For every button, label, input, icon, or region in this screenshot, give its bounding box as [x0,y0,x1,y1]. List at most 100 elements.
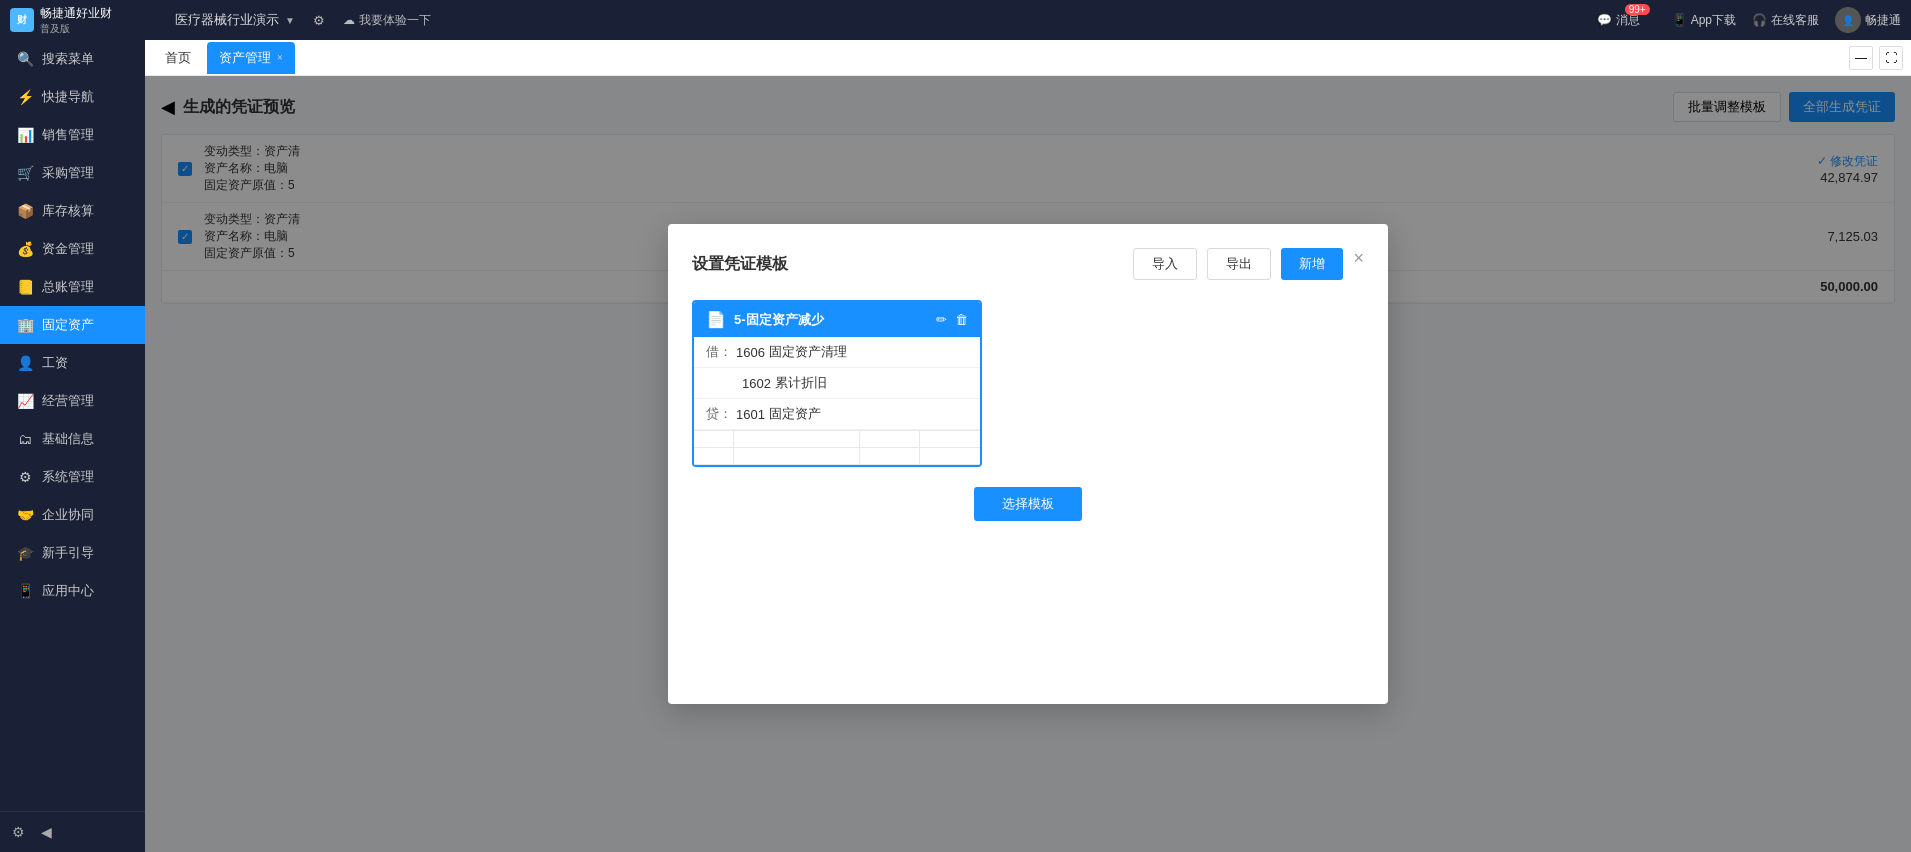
dropdown-icon: ▼ [285,15,295,26]
service-icon: 🎧 [1752,13,1767,27]
tab-bar: 首页 资产管理 × — ⛶ [145,40,1911,76]
experience-btn[interactable]: ☁ 我要体验一下 [343,12,431,29]
finance-icon: 💰 [16,241,34,257]
sidebar-item-search[interactable]: 🔍 搜索菜单 [0,40,145,78]
template-edit-btn[interactable]: ✏ [936,312,947,327]
user-name: 畅捷通 [1865,12,1901,29]
tab-close-icon[interactable]: × [277,52,283,63]
sidebar-item-finance[interactable]: 💰 资金管理 [0,230,145,268]
sidebar-item-quicknav[interactable]: ⚡ 快捷导航 [0,78,145,116]
debit-row-1: 借： 1606 固定资产清理 [694,337,980,368]
sidebar-item-sales[interactable]: 📊 销售管理 [0,116,145,154]
sidebar-item-system[interactable]: ⚙ 系统管理 [0,458,145,496]
logo-text: 畅捷通好业财 [40,5,112,22]
page-content: ◀ 生成的凭证预览 批量调整模板 全部生成凭证 ✓ 变动类型：资产清 资产名 [145,76,1911,852]
content-area: 首页 资产管理 × — ⛶ ◀ 生成的凭证预览 [145,40,1911,852]
modal-title: 设置凭证模板 [692,254,788,275]
sidebar-label-payroll: 工资 [42,354,68,372]
sidebar-collapse-btn[interactable]: ◀ [37,820,56,844]
logo-icon: 财 [10,8,34,32]
sidebar-item-appcenter[interactable]: 📱 应用中心 [0,572,145,610]
grid-cell-empty-2 [734,431,860,448]
cloud-icon: ☁ [343,13,355,27]
tab-asset[interactable]: 资产管理 × [207,42,295,74]
modal-header-actions: 导入 导出 新增 × [1133,248,1364,280]
top-bar-right: 💬 消息 99+ 📱 App下载 🎧 在线客服 👤 畅捷通 [1597,7,1901,33]
messages-badge: 99+ [1625,4,1650,15]
new-btn[interactable]: 新增 [1281,248,1343,280]
debit-name-2: 累计折旧 [775,374,827,392]
operations-icon: 📈 [16,393,34,409]
debit-code-1: 1606 [736,345,765,360]
template-card-header: 📄 5-固定资产减少 ✏ 🗑 [694,302,980,337]
system-icon: ⚙ [16,469,34,485]
doc-icon: 📄 [706,310,726,329]
grid-row-cell-1 [694,448,734,465]
fixed-icon: 🏢 [16,317,34,333]
enterprise-icon: 🤝 [16,507,34,523]
grid-cell-empty-3 [860,431,920,448]
import-btn[interactable]: 导入 [1133,248,1197,280]
modal-header: 设置凭证模板 导入 导出 新增 × [692,248,1364,280]
sidebar-item-guide[interactable]: 🎓 新手引导 [0,534,145,572]
sidebar-item-payroll[interactable]: 👤 工资 [0,344,145,382]
template-grid-row [694,448,980,465]
modal-set-template: 设置凭证模板 导入 导出 新增 × 📄 5-固定资 [668,224,1388,704]
template-card-actions: ✏ 🗑 [936,312,968,327]
logo-area: 财 畅捷通好业财 普及版 [10,5,155,36]
debit-name-1: 固定资产清理 [769,343,847,361]
phone-icon: 📱 [1672,13,1687,27]
payroll-icon: 👤 [16,355,34,371]
grid-row-cell-2 [734,448,860,465]
main-layout: 🔍 搜索菜单 ⚡ 快捷导航 📊 销售管理 🛒 采购管理 📦 库存核算 💰 [0,40,1911,852]
debit-row-2: 1602 累计折旧 [694,368,980,399]
grid-row-cell-4 [920,448,980,465]
tab-home[interactable]: 首页 [153,42,203,74]
sidebar-label-ledger: 总账管理 [42,278,94,296]
sidebar-label-purchase: 采购管理 [42,164,94,182]
grid-cell-empty-4 [920,431,980,448]
export-btn[interactable]: 导出 [1207,248,1271,280]
ledger-icon: 📒 [16,279,34,295]
logo-sub: 普及版 [40,22,112,36]
sidebar-item-operations[interactable]: 📈 经营管理 [0,382,145,420]
sidebar-item-basic[interactable]: 🗂 基础信息 [0,420,145,458]
sidebar-label-sales: 销售管理 [42,126,94,144]
credit-name-1: 固定资产 [769,405,821,423]
template-delete-btn[interactable]: 🗑 [955,312,968,327]
online-service-btn[interactable]: 🎧 在线客服 [1752,12,1819,29]
select-template-btn[interactable]: 选择模板 [974,487,1082,521]
user-area[interactable]: 👤 畅捷通 [1835,7,1901,33]
grid-row-cell-3 [860,448,920,465]
app-container: 财 畅捷通好业财 普及版 医疗器械行业演示 ▼ ⚙ ☁ 我要体验一下 💬 消息 … [0,0,1911,852]
sidebar-item-purchase[interactable]: 🛒 采购管理 [0,154,145,192]
guide-icon: 🎓 [16,545,34,561]
sidebar-label-basic: 基础信息 [42,430,94,448]
credit-code-1: 1601 [736,407,765,422]
inventory-icon: 📦 [16,203,34,219]
basic-icon: 🗂 [16,431,34,447]
online-service-label: 在线客服 [1771,12,1819,29]
messages-btn[interactable]: 💬 消息 99+ [1597,12,1640,29]
sidebar: 🔍 搜索菜单 ⚡ 快捷导航 📊 销售管理 🛒 采购管理 📦 库存核算 💰 [0,40,145,852]
tab-minimize-btn[interactable]: — [1849,46,1873,70]
tab-maximize-btn[interactable]: ⛶ [1879,46,1903,70]
sidebar-item-inventory[interactable]: 📦 库存核算 [0,192,145,230]
credit-row-1: 贷： 1601 固定资产 [694,399,980,430]
experience-text: 我要体验一下 [359,12,431,29]
company-selector[interactable]: 医疗器械行业演示 ▼ [175,11,295,29]
sidebar-item-fixed[interactable]: 🏢 固定资产 [0,306,145,344]
app-download-btn[interactable]: 📱 App下载 [1672,12,1736,29]
sidebar-item-enterprise[interactable]: 🤝 企业协同 [0,496,145,534]
sidebar-label-system: 系统管理 [42,468,94,486]
sidebar-settings-btn[interactable]: ⚙ [8,820,29,844]
sidebar-item-ledger[interactable]: 📒 总账管理 [0,268,145,306]
template-card-body: 借： 1606 固定资产清理 1602 累计折旧 贷： [694,337,980,465]
app-download-label: App下载 [1691,12,1736,29]
company-name: 医疗器械行业演示 [175,11,279,29]
sidebar-label-inventory: 库存核算 [42,202,94,220]
debit-code-2: 1602 [742,376,771,391]
modal-close-btn[interactable]: × [1353,248,1364,280]
sidebar-label-operations: 经营管理 [42,392,94,410]
settings-icon-btn[interactable]: ⚙ [305,6,333,34]
